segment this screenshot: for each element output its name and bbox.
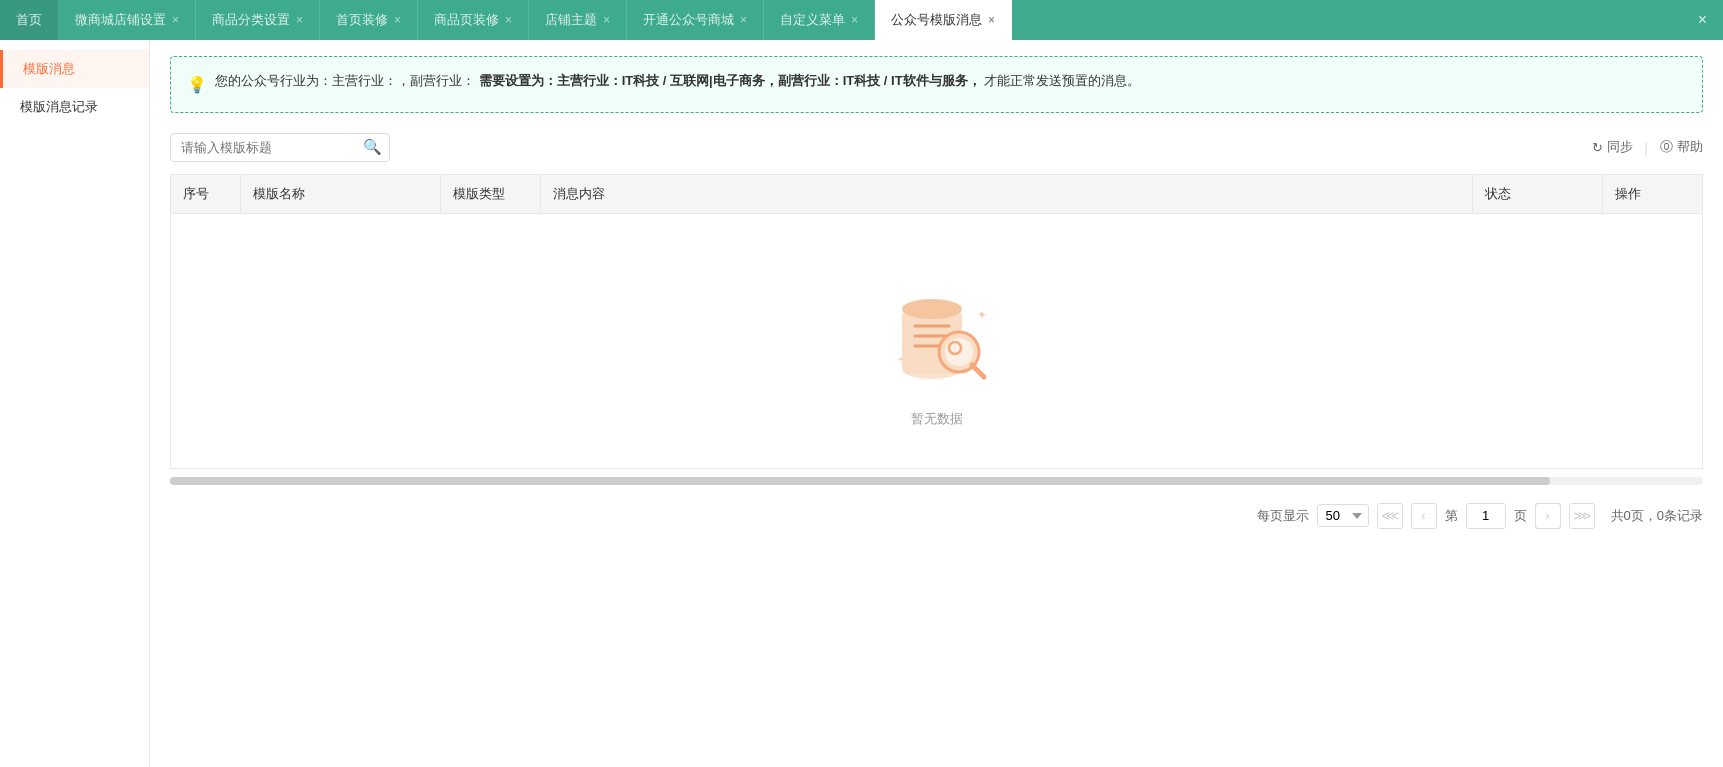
sync-icon: ↻ (1592, 140, 1603, 155)
sidebar-item-template-msg[interactable]: 模版消息 (0, 50, 149, 88)
tab-category-close[interactable]: × (296, 13, 303, 27)
tab-theme-label: 店铺主题 (545, 11, 597, 29)
empty-icon: ✦ ✦ (877, 274, 997, 394)
tab-homepage-label: 首页装修 (336, 11, 388, 29)
notice-text: 您的公众号行业为：主营行业：，副营行业： 需要设置为：主营行业：IT科技 / 互… (215, 71, 1140, 92)
main-content: 💡 您的公众号行业为：主营行业：，副营行业： 需要设置为：主营行业：IT科技 /… (150, 40, 1723, 767)
layout: 模版消息 模版消息记录 💡 您的公众号行业为：主营行业：，副营行业： 需要设置为… (0, 40, 1723, 767)
tab-theme-close[interactable]: × (603, 13, 610, 27)
tab-homepage[interactable]: 首页装修 × (320, 0, 418, 40)
tab-template-msg-close[interactable]: × (988, 13, 995, 27)
page-number-input[interactable] (1466, 503, 1506, 529)
tab-theme[interactable]: 店铺主题 × (529, 0, 627, 40)
help-label: 帮助 (1677, 138, 1703, 156)
search-row: 🔍 ↻ 同步 | ⓪ 帮助 (170, 133, 1703, 162)
help-icon: ⓪ (1660, 138, 1673, 156)
sidebar-item-template-msg-record-label: 模版消息记录 (20, 99, 98, 114)
col-action: 操作 (1603, 174, 1703, 213)
page-unit: 页 (1514, 507, 1527, 525)
tab-homepage-close[interactable]: × (394, 13, 401, 27)
global-close-button[interactable]: × (1682, 11, 1723, 29)
tab-open-mall-close[interactable]: × (740, 13, 747, 27)
help-button[interactable]: ⓪ 帮助 (1660, 138, 1703, 156)
tab-home[interactable]: 首页 (0, 0, 59, 40)
tab-weshop[interactable]: 微商城店铺设置 × (59, 0, 196, 40)
col-name: 模版名称 (241, 174, 441, 213)
tab-product-page[interactable]: 商品页装修 × (418, 0, 529, 40)
page-label: 第 (1445, 507, 1458, 525)
page-next-button[interactable]: › (1535, 503, 1561, 529)
total-text: 共0页，0条记录 (1611, 507, 1703, 525)
tab-weshop-label: 微商城店铺设置 (75, 11, 166, 29)
search-input[interactable] (170, 133, 390, 162)
col-content: 消息内容 (541, 174, 1473, 213)
search-icon[interactable]: 🔍 (363, 138, 382, 156)
col-type: 模版类型 (441, 174, 541, 213)
sidebar-item-template-msg-label: 模版消息 (23, 61, 75, 76)
tab-custom-menu-close[interactable]: × (851, 13, 858, 27)
tab-product-page-close[interactable]: × (505, 13, 512, 27)
page-prev-button[interactable]: ‹ (1411, 503, 1437, 529)
notice-box: 💡 您的公众号行业为：主营行业：，副营行业： 需要设置为：主营行业：IT科技 /… (170, 56, 1703, 113)
tab-custom-menu[interactable]: 自定义菜单 × (764, 0, 875, 40)
notice-icon: 💡 (187, 72, 207, 98)
search-input-wrap: 🔍 (170, 133, 390, 162)
col-status: 状态 (1473, 174, 1603, 213)
toolbar-divider: | (1645, 140, 1648, 155)
tab-bar: 首页 微商城店铺设置 × 商品分类设置 × 首页装修 × 商品页装修 × 店铺主… (0, 0, 1723, 40)
data-table: 序号 模版名称 模版类型 消息内容 状态 操作 (170, 174, 1703, 469)
sidebar-item-template-msg-record[interactable]: 模版消息记录 (0, 88, 149, 126)
tab-template-msg[interactable]: 公众号模版消息 × (875, 0, 1012, 40)
page-last-button[interactable]: ⋙ (1569, 503, 1595, 529)
col-index: 序号 (171, 174, 241, 213)
tab-category-label: 商品分类设置 (212, 11, 290, 29)
tab-open-mall[interactable]: 开通公众号商城 × (627, 0, 764, 40)
tab-template-msg-label: 公众号模版消息 (891, 11, 982, 29)
svg-line-8 (972, 365, 984, 377)
horizontal-scrollbar[interactable] (170, 477, 1703, 485)
toolbar-right: ↻ 同步 | ⓪ 帮助 (1592, 138, 1703, 156)
empty-row: ✦ ✦ 暂无数据 (171, 213, 1703, 468)
svg-text:✦: ✦ (897, 355, 904, 364)
pagination: 每页显示 50 10 20 100 ⋘ ‹ 第 页 › ⋙ 共0页，0条记录 (170, 493, 1703, 539)
notice-highlight: 需要设置为：主营行业：IT科技 / 互联网|电子商务，副营行业：IT科技 / I… (479, 73, 981, 88)
tab-product-page-label: 商品页装修 (434, 11, 499, 29)
sync-button[interactable]: ↻ 同步 (1592, 138, 1633, 156)
tab-custom-menu-label: 自定义菜单 (780, 11, 845, 29)
tab-category[interactable]: 商品分类设置 × (196, 0, 320, 40)
sidebar: 模版消息 模版消息记录 (0, 40, 150, 767)
sync-label: 同步 (1607, 138, 1633, 156)
svg-text:✦: ✦ (977, 308, 987, 322)
tab-home-label: 首页 (16, 11, 42, 29)
empty-text: 暂无数据 (911, 410, 963, 428)
page-size-label: 每页显示 (1257, 507, 1309, 525)
page-size-select[interactable]: 50 10 20 100 (1317, 504, 1369, 527)
svg-point-2 (902, 299, 962, 319)
table-header-row: 序号 模版名称 模版类型 消息内容 状态 操作 (171, 174, 1703, 213)
tab-open-mall-label: 开通公众号商城 (643, 11, 734, 29)
tab-weshop-close[interactable]: × (172, 13, 179, 27)
empty-state: ✦ ✦ 暂无数据 (171, 214, 1702, 468)
page-first-button[interactable]: ⋘ (1377, 503, 1403, 529)
scrollbar-thumb[interactable] (170, 477, 1550, 485)
